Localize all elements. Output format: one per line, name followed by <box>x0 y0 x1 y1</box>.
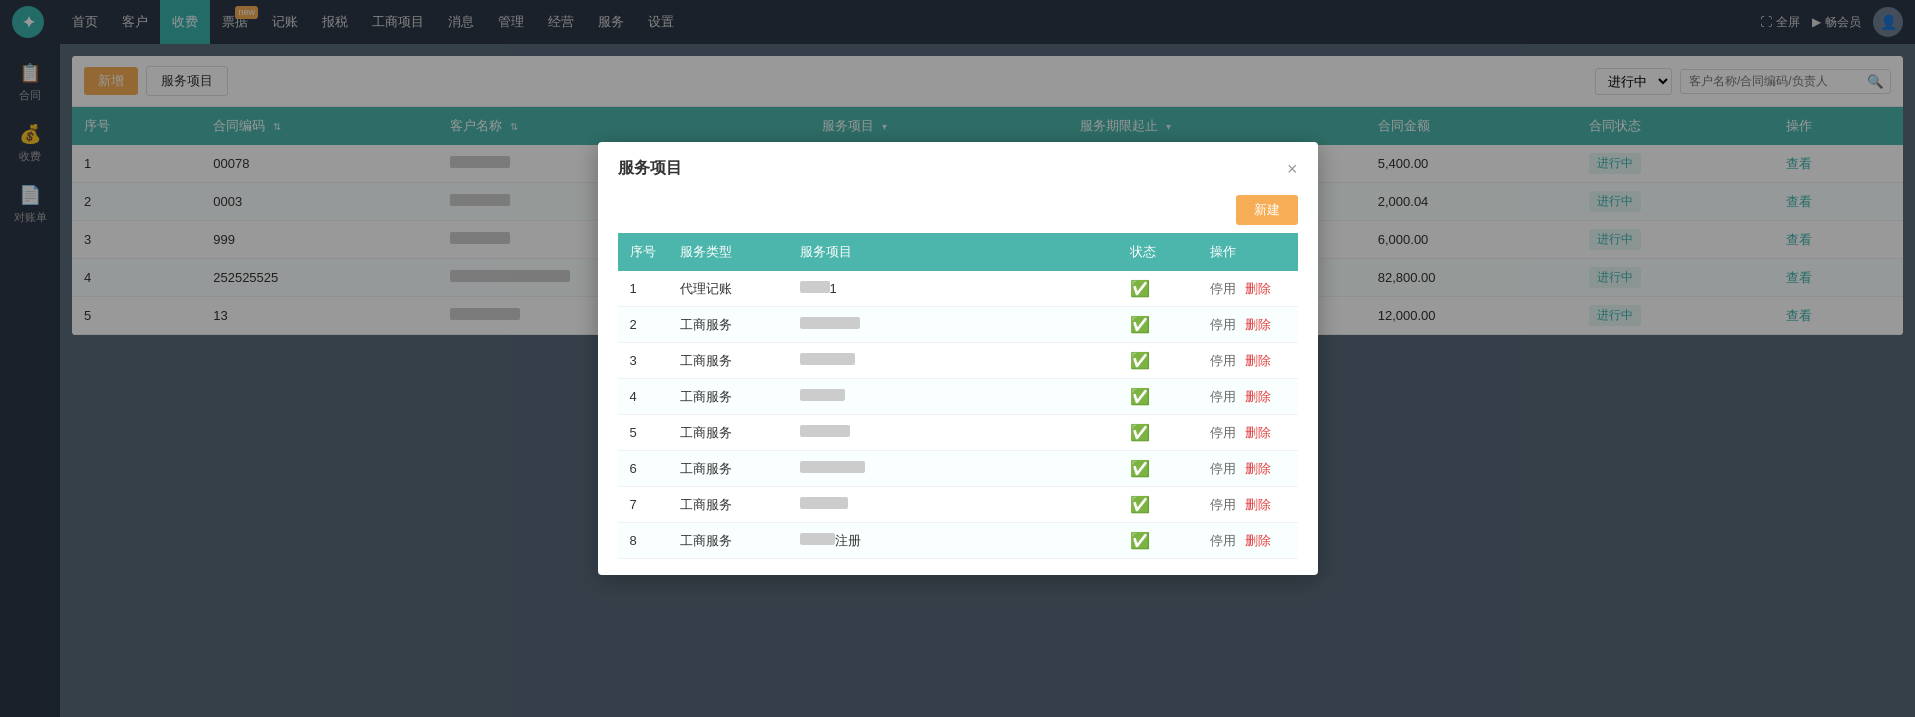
dialog-table-row: 2 工商服务 ✅ 停用 删除 <box>618 307 1298 343</box>
dialog-toolbar: 新建 <box>598 187 1318 233</box>
service-item-dialog: 服务项目 × 新建 序号 服务类型 服务项目 状态 <box>598 142 1318 575</box>
status-check-icon: ✅ <box>1130 532 1150 549</box>
dialog-cell-status: ✅ <box>1118 343 1198 379</box>
dialog-cell-action: 停用 删除 <box>1198 343 1298 379</box>
dialog-cell-item: 注册 <box>788 523 1118 559</box>
dialog-cell-status: ✅ <box>1118 451 1198 487</box>
status-check-icon: ✅ <box>1130 424 1150 441</box>
dialog-cell-action: 停用 删除 <box>1198 451 1298 487</box>
layout: 📋 合同 💰 收费 📄 对账单 新增 服务项目 进行中 已完成 已暂停 <box>0 44 1915 717</box>
dialog-cell-action: 停用 删除 <box>1198 271 1298 307</box>
dialog-cell-seq: 4 <box>618 379 668 415</box>
status-check-icon: ✅ <box>1130 460 1150 477</box>
dialog-cell-type: 工商服务 <box>668 379 788 415</box>
dialog-cell-seq: 7 <box>618 487 668 523</box>
dialog-table-row: 7 工商服务 ✅ 停用 删除 <box>618 487 1298 523</box>
status-check-icon: ✅ <box>1130 280 1150 297</box>
stop-button[interactable]: 停用 <box>1210 460 1236 478</box>
main-content: 新增 服务项目 进行中 已完成 已暂停 🔍 <box>60 44 1915 717</box>
dialog-col-type: 服务类型 <box>668 233 788 271</box>
stop-button[interactable]: 停用 <box>1210 352 1236 370</box>
dialog-cell-item <box>788 343 1118 379</box>
dialog-table-row: 1 代理记账 1 ✅ 停用 删除 <box>618 271 1298 307</box>
dialog-cell-seq: 5 <box>618 415 668 451</box>
dialog-cell-action: 停用 删除 <box>1198 379 1298 415</box>
dialog-cell-status: ✅ <box>1118 379 1198 415</box>
dialog-cell-status: ✅ <box>1118 415 1198 451</box>
status-check-icon: ✅ <box>1130 352 1150 369</box>
dialog-cell-action: 停用 删除 <box>1198 415 1298 451</box>
status-check-icon: ✅ <box>1130 388 1150 405</box>
dialog-table: 序号 服务类型 服务项目 状态 操作 1 代理记账 <box>618 233 1298 559</box>
dialog-col-item: 服务项目 <box>788 233 1118 271</box>
dialog-cell-action: 停用 删除 <box>1198 487 1298 523</box>
dialog-table-row: 8 工商服务 注册 ✅ 停用 删除 <box>618 523 1298 559</box>
status-check-icon: ✅ <box>1130 496 1150 513</box>
stop-button[interactable]: 停用 <box>1210 532 1236 550</box>
modal-overlay: 服务项目 × 新建 序号 服务类型 服务项目 状态 <box>60 44 1915 717</box>
dialog-header: 服务项目 × <box>598 142 1318 187</box>
delete-button[interactable]: 删除 <box>1245 280 1271 298</box>
dialog-cell-type: 工商服务 <box>668 451 788 487</box>
dialog-cell-item <box>788 415 1118 451</box>
dialog-cell-type: 工商服务 <box>668 523 788 559</box>
stop-button[interactable]: 停用 <box>1210 424 1236 442</box>
dialog-col-status: 状态 <box>1118 233 1198 271</box>
dialog-cell-type: 工商服务 <box>668 487 788 523</box>
dialog-new-button[interactable]: 新建 <box>1236 195 1298 225</box>
delete-button[interactable]: 删除 <box>1245 316 1271 334</box>
dialog-cell-seq: 3 <box>618 343 668 379</box>
delete-button[interactable]: 删除 <box>1245 388 1271 406</box>
stop-button[interactable]: 停用 <box>1210 388 1236 406</box>
dialog-cell-item <box>788 487 1118 523</box>
dialog-cell-type: 工商服务 <box>668 343 788 379</box>
dialog-cell-status: ✅ <box>1118 307 1198 343</box>
dialog-cell-type: 工商服务 <box>668 307 788 343</box>
dialog-cell-action: 停用 删除 <box>1198 523 1298 559</box>
dialog-table-row: 6 工商服务 ✅ 停用 删除 <box>618 451 1298 487</box>
dialog-col-seq: 序号 <box>618 233 668 271</box>
dialog-cell-type: 代理记账 <box>668 271 788 307</box>
dialog-body: 序号 服务类型 服务项目 状态 操作 1 代理记账 <box>598 233 1318 575</box>
dialog-cell-seq: 8 <box>618 523 668 559</box>
dialog-cell-status: ✅ <box>1118 271 1198 307</box>
stop-button[interactable]: 停用 <box>1210 316 1236 334</box>
dialog-col-action: 操作 <box>1198 233 1298 271</box>
dialog-cell-item: 1 <box>788 271 1118 307</box>
status-check-icon: ✅ <box>1130 316 1150 333</box>
dialog-cell-action: 停用 删除 <box>1198 307 1298 343</box>
dialog-cell-seq: 6 <box>618 451 668 487</box>
dialog-close-button[interactable]: × <box>1287 160 1298 178</box>
delete-button[interactable]: 删除 <box>1245 532 1271 550</box>
stop-button[interactable]: 停用 <box>1210 280 1236 298</box>
delete-button[interactable]: 删除 <box>1245 352 1271 370</box>
dialog-cell-type: 工商服务 <box>668 415 788 451</box>
dialog-cell-item <box>788 379 1118 415</box>
dialog-table-row: 3 工商服务 ✅ 停用 删除 <box>618 343 1298 379</box>
dialog-cell-item <box>788 307 1118 343</box>
dialog-cell-seq: 1 <box>618 271 668 307</box>
delete-button[interactable]: 删除 <box>1245 460 1271 478</box>
dialog-cell-item <box>788 451 1118 487</box>
dialog-title: 服务项目 <box>618 158 682 179</box>
dialog-table-row: 4 工商服务 ✅ 停用 删除 <box>618 379 1298 415</box>
dialog-cell-status: ✅ <box>1118 487 1198 523</box>
dialog-cell-seq: 2 <box>618 307 668 343</box>
dialog-table-row: 5 工商服务 ✅ 停用 删除 <box>618 415 1298 451</box>
delete-button[interactable]: 删除 <box>1245 496 1271 514</box>
delete-button[interactable]: 删除 <box>1245 424 1271 442</box>
stop-button[interactable]: 停用 <box>1210 496 1236 514</box>
dialog-cell-status: ✅ <box>1118 523 1198 559</box>
